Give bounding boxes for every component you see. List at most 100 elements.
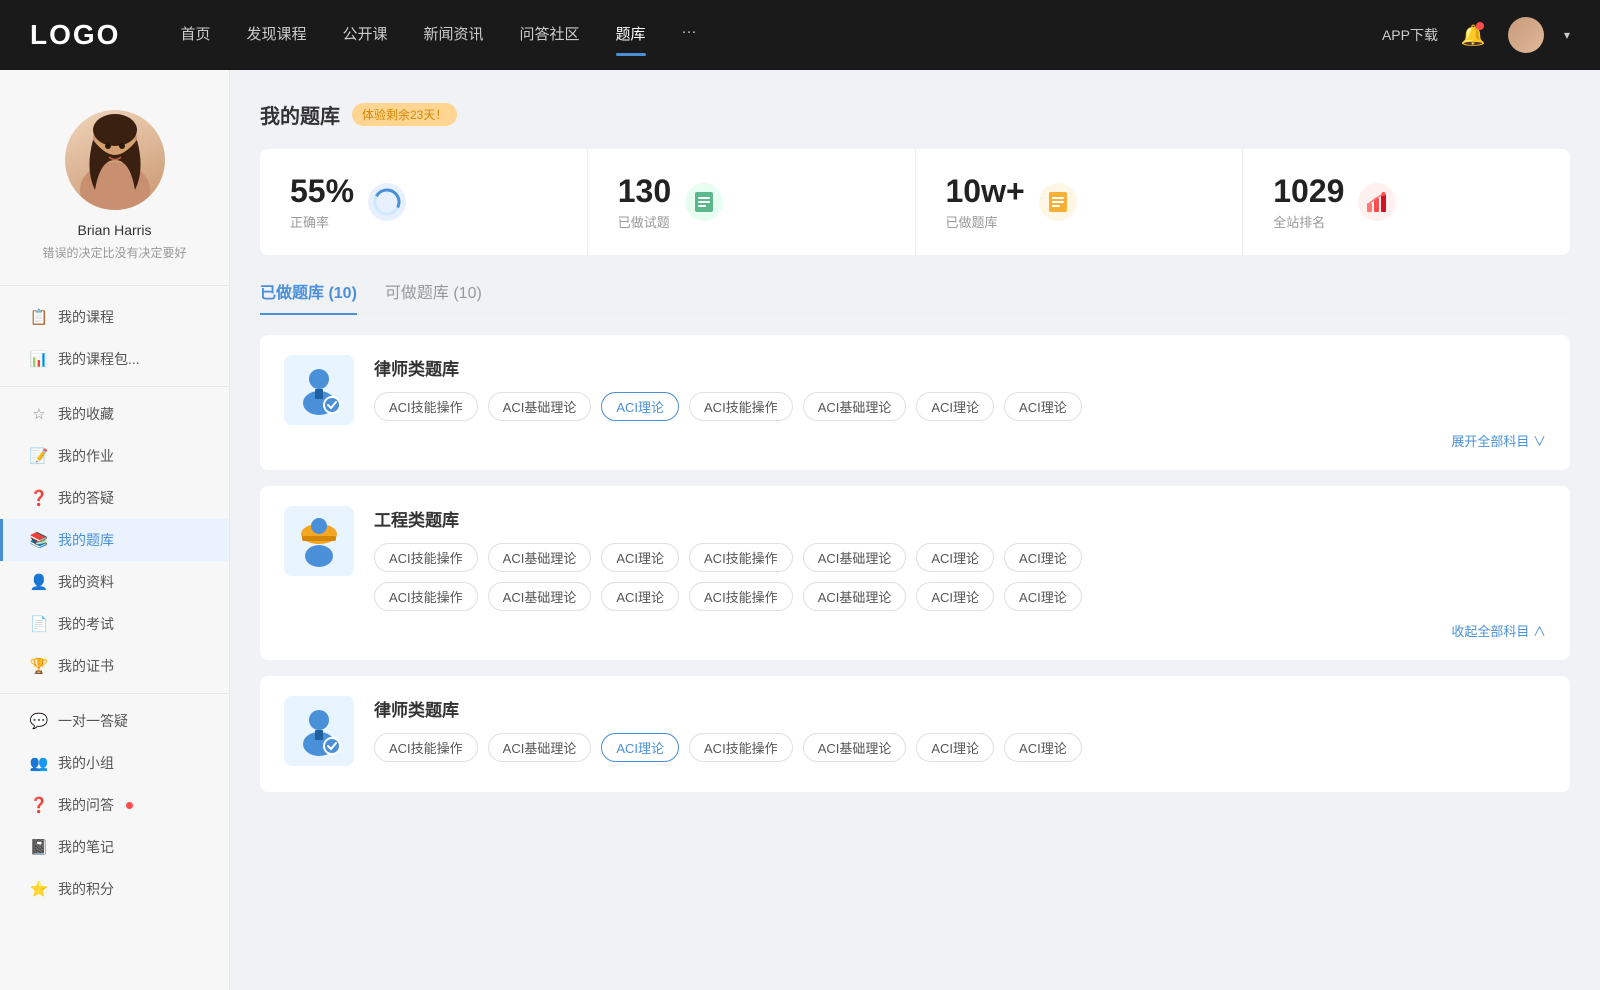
tag-eng-6[interactable]: ACI理论 (1004, 543, 1082, 572)
content-tabs: 已做题库 (10) 可做题库 (10) (260, 279, 1570, 315)
sidebar-item-points[interactable]: ⭐ 我的积分 (0, 868, 229, 910)
qa-icon: ❓ (30, 489, 48, 507)
sidebar-item-homework[interactable]: 📝 我的作业 (0, 435, 229, 477)
bank-card-body-lawyer-2: 律师类题库 ACI技能操作 ACI基础理论 ACI理论 ACI技能操作 ACI基… (374, 696, 1546, 772)
tag-lawyer-1-4[interactable]: ACI基础理论 (803, 392, 907, 421)
nav-home[interactable]: 首页 (180, 23, 210, 48)
nav-quizbank[interactable]: 题库 (616, 23, 646, 48)
tag-eng-13[interactable]: ACI理论 (1004, 582, 1082, 611)
sidebar-item-label: 我的笔记 (58, 837, 114, 857)
bank-card-expand-lawyer-1[interactable]: 展开全部科目 ∨ (374, 431, 1546, 450)
bank-icon-lawyer-2 (284, 696, 354, 766)
main-nav: 首页 发现课程 公开课 新闻资讯 问答社区 题库 ··· (180, 23, 1382, 48)
sidebar-item-label: 我的积分 (58, 879, 114, 899)
sidebar-item-groups[interactable]: 👥 我的小组 (0, 742, 229, 784)
sidebar-item-notes[interactable]: 📓 我的笔记 (0, 826, 229, 868)
tag-lawyer-1-0[interactable]: ACI技能操作 (374, 392, 478, 421)
sidebar-item-profile[interactable]: 👤 我的资料 (0, 561, 229, 603)
nav-openclass[interactable]: 公开课 (342, 23, 387, 48)
bank-card-expand-engineer[interactable]: 收起全部科目 ∧ (374, 621, 1546, 640)
course-packages-icon: 📊 (30, 350, 48, 368)
sidebar-item-label: 我的资料 (58, 572, 114, 592)
tag-eng-11[interactable]: ACI基础理论 (803, 582, 907, 611)
profile-icon: 👤 (30, 573, 48, 591)
tag-lawyer-1-6[interactable]: ACI理论 (1004, 392, 1082, 421)
sidebar-item-qa[interactable]: ❓ 我的答疑 (0, 477, 229, 519)
app-download-button[interactable]: APP下载 (1382, 25, 1438, 45)
bank-card-tags-lawyer-2: ACI技能操作 ACI基础理论 ACI理论 ACI技能操作 ACI基础理论 AC… (374, 733, 1546, 762)
nav-qa[interactable]: 问答社区 (520, 23, 580, 48)
stat-correct-rate: 55% 正确率 (260, 149, 588, 255)
tag-lawyer-2-2[interactable]: ACI理论 (601, 733, 679, 762)
nav-news[interactable]: 新闻资讯 (424, 23, 484, 48)
tag-lawyer-1-1[interactable]: ACI基础理论 (488, 392, 592, 421)
stat-value-questions: 130 (618, 173, 671, 210)
tag-lawyer-2-5[interactable]: ACI理论 (916, 733, 994, 762)
sidebar-item-label: 我的证书 (58, 656, 114, 676)
tag-lawyer-2-3[interactable]: ACI技能操作 (689, 733, 793, 762)
bank-card-tags-engineer-row2: ACI技能操作 ACI基础理论 ACI理论 ACI技能操作 ACI基础理论 AC… (374, 582, 1546, 611)
tag-eng-5[interactable]: ACI理论 (916, 543, 994, 572)
quizbank-icon: 📚 (30, 531, 48, 549)
tag-lawyer-1-5[interactable]: ACI理论 (916, 392, 994, 421)
sidebar-item-my-qa[interactable]: ❓ 我的问答 (0, 784, 229, 826)
tag-eng-4[interactable]: ACI基础理论 (803, 543, 907, 572)
tag-eng-7[interactable]: ACI技能操作 (374, 582, 478, 611)
courses-icon: 📋 (30, 308, 48, 326)
page-title: 我的题库 (260, 100, 340, 129)
tag-eng-10[interactable]: ACI技能操作 (689, 582, 793, 611)
sidebar-item-favorites[interactable]: ☆ 我的收藏 (0, 393, 229, 435)
sidebar-profile: Brian Harris 错误的决定比没有决定要好 (0, 90, 229, 286)
points-icon: ⭐ (30, 880, 48, 898)
bank-card-tags-engineer-row1: ACI技能操作 ACI基础理论 ACI理论 ACI技能操作 ACI基础理论 AC… (374, 543, 1546, 572)
sidebar-item-exam[interactable]: 📄 我的考试 (0, 603, 229, 645)
sidebar-item-quizbank[interactable]: 📚 我的题库 (0, 519, 229, 561)
stat-icon-questions (685, 183, 723, 221)
stat-icon-ranking (1358, 183, 1396, 221)
sidebar-item-certificate[interactable]: 🏆 我的证书 (0, 645, 229, 687)
sidebar-divider-1 (0, 386, 229, 387)
tag-lawyer-2-6[interactable]: ACI理论 (1004, 733, 1082, 762)
avatar-image-large (65, 110, 165, 210)
nav-discover[interactable]: 发现课程 (246, 23, 306, 48)
sidebar-avatar[interactable] (65, 110, 165, 210)
stat-icon-correct (368, 183, 406, 221)
tag-eng-8[interactable]: ACI基础理论 (488, 582, 592, 611)
tag-eng-0[interactable]: ACI技能操作 (374, 543, 478, 572)
avatar[interactable] (1508, 17, 1544, 53)
stat-label-banks: 已做题库 (946, 212, 1025, 231)
sidebar-item-courses[interactable]: 📋 我的课程 (0, 296, 229, 338)
tab-done-banks[interactable]: 已做题库 (10) (260, 279, 357, 313)
tag-eng-2[interactable]: ACI理论 (601, 543, 679, 572)
sidebar-menu: 📋 我的课程 📊 我的课程包... ☆ 我的收藏 📝 我的作业 ❓ 我的答疑 � (0, 286, 229, 920)
nav-more[interactable]: ··· (682, 23, 697, 48)
homework-icon: 📝 (30, 447, 48, 465)
tag-eng-3[interactable]: ACI技能操作 (689, 543, 793, 572)
tab-available-banks[interactable]: 可做题库 (10) (385, 279, 482, 313)
sidebar-item-label: 我的小组 (58, 753, 114, 773)
tag-lawyer-1-2[interactable]: ACI理论 (601, 392, 679, 421)
tag-lawyer-2-0[interactable]: ACI技能操作 (374, 733, 478, 762)
qa-notification-badge (126, 802, 133, 809)
tag-lawyer-1-3[interactable]: ACI技能操作 (689, 392, 793, 421)
tag-eng-12[interactable]: ACI理论 (916, 582, 994, 611)
sidebar-item-tutor[interactable]: 💬 一对一答疑 (0, 700, 229, 742)
bank-icon-lawyer-1 (284, 355, 354, 425)
tag-lawyer-2-1[interactable]: ACI基础理论 (488, 733, 592, 762)
tag-eng-1[interactable]: ACI基础理论 (488, 543, 592, 572)
avatar-dropdown-arrow[interactable]: ▾ (1564, 28, 1570, 42)
bank-card-body-lawyer-1: 律师类题库 ACI技能操作 ACI基础理论 ACI理论 ACI技能操作 ACI基… (374, 355, 1546, 450)
notes-icon: 📓 (30, 838, 48, 856)
groups-icon: 👥 (30, 754, 48, 772)
trial-badge: 体验剩余23天！ (352, 103, 457, 126)
stats-row: 55% 正确率 130 已做试题 (260, 149, 1570, 255)
sidebar-username: Brian Harris (78, 222, 152, 238)
notification-bell[interactable]: 🔔 (1458, 20, 1488, 50)
sidebar-item-course-packages[interactable]: 📊 我的课程包... (0, 338, 229, 380)
logo: LOGO (30, 19, 120, 51)
tag-lawyer-2-4[interactable]: ACI基础理论 (803, 733, 907, 762)
header: LOGO 首页 发现课程 公开课 新闻资讯 问答社区 题库 ··· APP下载 … (0, 0, 1600, 70)
tag-eng-9[interactable]: ACI理论 (601, 582, 679, 611)
stat-icon-banks (1039, 183, 1077, 221)
bank-card-tags-lawyer-1: ACI技能操作 ACI基础理论 ACI理论 ACI技能操作 ACI基础理论 AC… (374, 392, 1546, 421)
